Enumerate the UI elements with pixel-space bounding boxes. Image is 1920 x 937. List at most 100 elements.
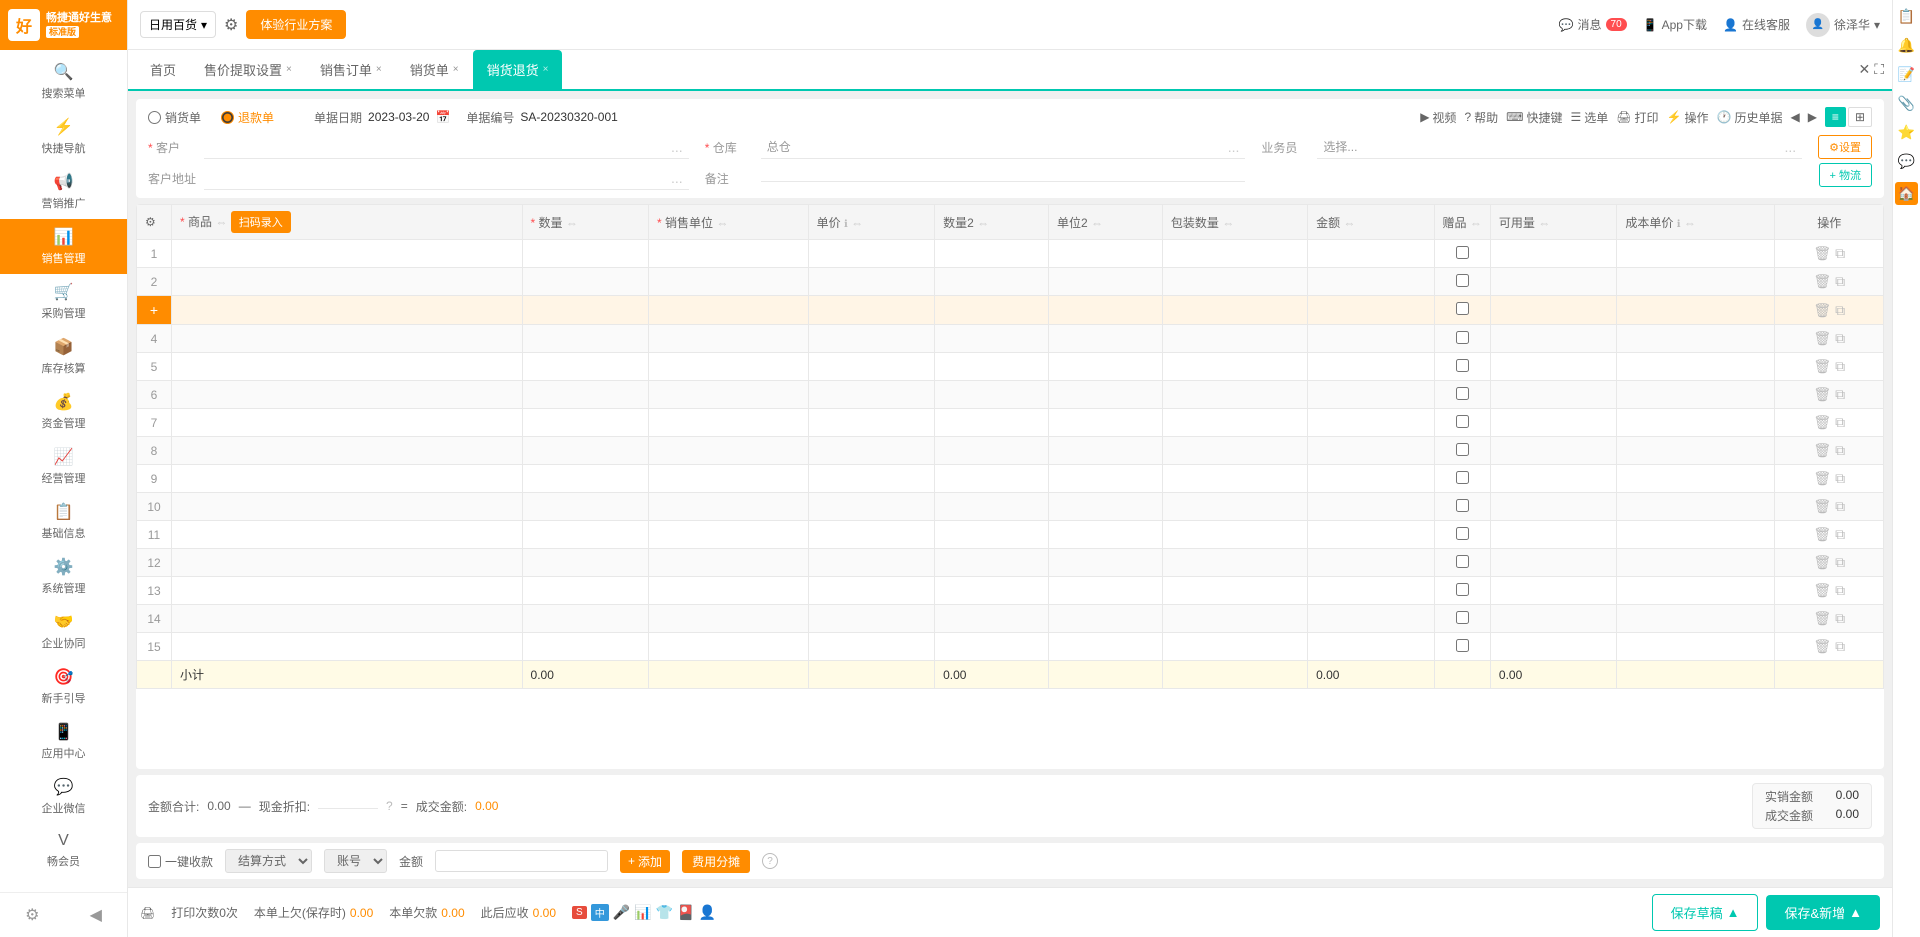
row-9-copy-icon[interactable]: ⧉	[1835, 470, 1845, 487]
tab-sale-return[interactable]: 销货退货 ×	[473, 50, 563, 91]
salesperson-dots-icon[interactable]: ...	[1784, 139, 1796, 155]
row-15-delete-icon[interactable]: 🗑	[1813, 638, 1831, 655]
row-1-unit2[interactable]	[1049, 240, 1163, 268]
view-list-btn[interactable]: ≡	[1825, 107, 1846, 127]
row-9-delete-icon[interactable]: 🗑	[1813, 470, 1831, 487]
row-1-unit-price[interactable]	[808, 240, 934, 268]
tab-expand-icon[interactable]: ⛶	[1874, 61, 1884, 78]
payment-amount-input[interactable]	[435, 850, 608, 872]
row-3-amount[interactable]	[1308, 296, 1434, 325]
account-method-select[interactable]: 结算方式	[225, 849, 312, 873]
radio-sale-bill-input[interactable]	[148, 111, 161, 124]
row-2-product[interactable]	[172, 268, 523, 296]
add-row-button[interactable]: +	[145, 301, 163, 319]
shortcut-btn[interactable]: ⌨ 快捷键	[1506, 109, 1562, 126]
row-1-pkg-quantity[interactable]	[1162, 240, 1307, 268]
row-5-delete-icon[interactable]: 🗑	[1813, 358, 1831, 375]
account-select[interactable]: 账号	[324, 849, 387, 873]
row-3-sale-unit[interactable]	[648, 296, 808, 325]
row-2-cost-price[interactable]	[1617, 268, 1775, 296]
row-2-copy-icon[interactable]: ⧉	[1835, 273, 1845, 290]
message-btn[interactable]: 💬 消息 70	[1559, 16, 1627, 33]
row-3-unit-price[interactable]	[808, 296, 934, 325]
discount-input[interactable]	[318, 804, 378, 809]
tab-sale-price[interactable]: 售价提取设置 ×	[190, 50, 306, 91]
add-payment-button[interactable]: + 添加	[620, 850, 670, 873]
help-btn[interactable]: ? 帮助	[1464, 109, 1498, 126]
operate-btn[interactable]: ⚡ 操作	[1667, 109, 1709, 126]
sidebar-item-search[interactable]: 🔍 搜索菜单	[0, 54, 127, 109]
save-draft-button[interactable]: 保存草稿 ▲	[1652, 894, 1759, 931]
add-logistics-btn[interactable]: + 物流	[1819, 163, 1872, 187]
sidebar-item-newguide[interactable]: 🎯 新手引导	[0, 659, 127, 714]
topbar-settings-icon[interactable]: ⚙	[224, 15, 238, 35]
row-14-copy-icon[interactable]: ⧉	[1835, 610, 1845, 627]
row-12-delete-icon[interactable]: 🗑	[1813, 554, 1831, 571]
sidebar-item-wechat[interactable]: 💬 企业微信	[0, 769, 127, 824]
row-2-sale-unit[interactable]	[648, 268, 808, 296]
tab-sale-price-close[interactable]: ×	[286, 64, 292, 75]
app-download-btn[interactable]: 📱 App下载	[1643, 16, 1707, 33]
row-10-delete-icon[interactable]: 🗑	[1813, 498, 1831, 515]
row-8-delete-icon[interactable]: 🗑	[1813, 442, 1831, 459]
warehouse-input[interactable]: 总仓 ...	[761, 135, 1246, 159]
one-click-payment-checkbox[interactable]	[148, 855, 161, 868]
sidebar-item-purchase[interactable]: 🛒 采购管理	[0, 274, 127, 329]
address-dots-icon[interactable]: ...	[671, 170, 683, 186]
row-3-delete-icon[interactable]: 🗑	[1813, 302, 1831, 319]
row-2-quantity[interactable]	[522, 268, 648, 296]
row-5-copy-icon[interactable]: ⧉	[1835, 358, 1845, 375]
remark-input[interactable]	[761, 175, 1246, 182]
customer-input[interactable]: ...	[204, 136, 689, 159]
one-click-payment-label[interactable]: 一键收款	[148, 853, 213, 870]
tab-sale-bill-close[interactable]: ×	[453, 64, 459, 75]
video-btn[interactable]: ▶ 视频	[1420, 109, 1456, 126]
row-3-gift[interactable]	[1434, 296, 1490, 325]
sidebar-item-finance[interactable]: 💰 资金管理	[0, 384, 127, 439]
row-3-gift-checkbox[interactable]	[1456, 302, 1469, 315]
row-3-available[interactable]	[1490, 296, 1616, 325]
row-3-quantity2[interactable]	[935, 296, 1049, 325]
row-3-pkg-quantity[interactable]	[1162, 296, 1307, 325]
row-1-quantity[interactable]	[522, 240, 648, 268]
next-btn[interactable]: ▶	[1808, 110, 1817, 124]
row-8-copy-icon[interactable]: ⧉	[1835, 442, 1845, 459]
row-2-unit2[interactable]	[1049, 268, 1163, 296]
row-1-delete-icon[interactable]: 🗑	[1813, 245, 1831, 262]
online-service-btn[interactable]: 👤 在线客服	[1723, 16, 1790, 33]
user-avatar[interactable]: 👤 徐泽华 ▾	[1806, 13, 1880, 37]
table-settings-icon[interactable]: ⚙	[145, 215, 156, 229]
right-panel-icon-2[interactable]: 🔔	[1898, 37, 1915, 54]
salesperson-input[interactable]: 选择... ...	[1317, 135, 1802, 159]
row-1-available[interactable]	[1490, 240, 1616, 268]
sidebar-settings-btn[interactable]: ⚙	[21, 901, 43, 929]
row-4-copy-icon[interactable]: ⧉	[1835, 330, 1845, 347]
sidebar-item-appcenter[interactable]: 📱 应用中心	[0, 714, 127, 769]
radio-sale-bill[interactable]: 销货单	[148, 109, 201, 126]
row-3-unit2[interactable]	[1049, 296, 1163, 325]
right-panel-icon-5[interactable]: ⭐	[1898, 124, 1915, 141]
sidebar-item-sales[interactable]: 📊 销售管理	[0, 219, 127, 274]
row-11-delete-icon[interactable]: 🗑	[1813, 526, 1831, 543]
view-grid-btn[interactable]: ⊞	[1848, 107, 1872, 127]
fee-help-icon[interactable]: ?	[762, 853, 778, 869]
sidebar-item-inventory[interactable]: 📦 库存核算	[0, 329, 127, 384]
fee-split-button[interactable]: 费用分摊	[682, 850, 750, 873]
right-panel-icon-3[interactable]: 📝	[1898, 66, 1915, 83]
sidebar-item-member[interactable]: V 畅会员	[0, 824, 127, 877]
row-2-delete-icon[interactable]: 🗑	[1813, 273, 1831, 290]
row-3-product[interactable]	[172, 296, 523, 325]
tab-sale-return-close[interactable]: ×	[543, 64, 549, 75]
history-btn[interactable]: 🕐 历史单据	[1716, 109, 1782, 126]
try-solution-button[interactable]: 体验行业方案	[246, 10, 346, 39]
address-input[interactable]: ...	[204, 167, 689, 190]
sidebar-item-enterprise[interactable]: 🤝 企业协同	[0, 604, 127, 659]
right-panel-icon-6[interactable]: 💬	[1898, 153, 1915, 170]
row-12-copy-icon[interactable]: ⧉	[1835, 554, 1845, 571]
barcode-scan-btn[interactable]: 扫码录入	[231, 211, 291, 233]
row-3-product-input[interactable]	[180, 303, 514, 318]
row-4-delete-icon[interactable]: 🗑	[1813, 330, 1831, 347]
tab-close-all-icon[interactable]: ✕	[1858, 61, 1870, 78]
row-13-delete-icon[interactable]: 🗑	[1813, 582, 1831, 599]
sidebar-item-marketing[interactable]: 📢 营销推广	[0, 164, 127, 219]
